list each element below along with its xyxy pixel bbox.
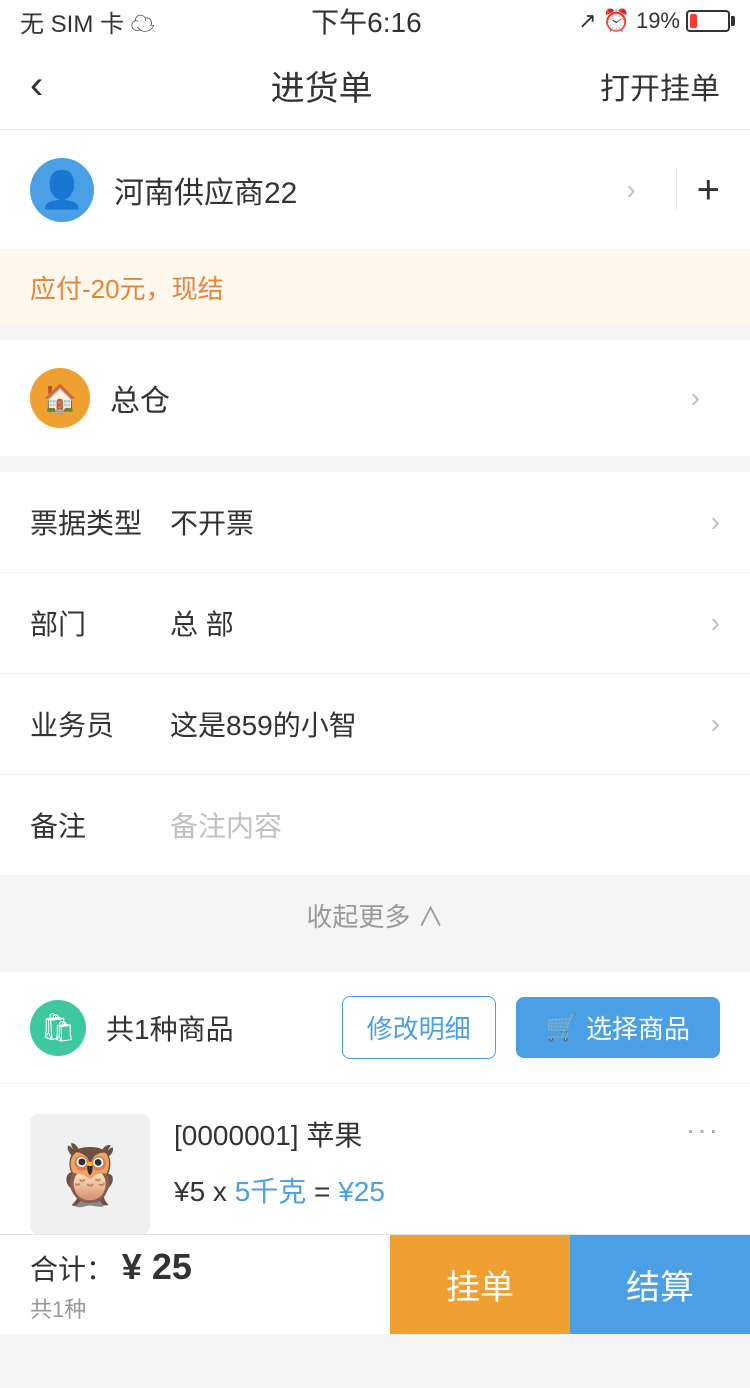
main-content: 👤 河南供应商22 › + 应付-20元，现结 🏠 总仓 › 票据类型 不开票 … — [0, 130, 750, 1388]
supplier-name: 河南供应商22 — [114, 168, 626, 212]
location-icon: ↗ — [578, 8, 596, 34]
form-section: 票据类型 不开票 › 部门 总 部 › 业务员 这是859的小智 › 备注 备注… — [0, 472, 750, 875]
total-price: ¥25 — [338, 1176, 385, 1207]
warehouse-row[interactable]: 🏠 总仓 › — [0, 340, 750, 456]
staff-label: 业务员 — [30, 704, 150, 744]
back-button[interactable]: ‹ — [30, 63, 43, 108]
supplier-alert: 应付-20元，现结 — [0, 251, 750, 324]
total-section: 合计： ¥ 25 共1种 — [0, 1235, 390, 1334]
dept-row[interactable]: 部门 总 部 › — [0, 573, 750, 674]
status-bar: 无 SIM 卡 ☁ 下午6:16 ↗ ⏰ 19% — [0, 0, 750, 42]
battery-percent: 19% — [636, 8, 680, 34]
product-more-button[interactable]: ··· — [686, 1114, 720, 1146]
select-product-icon: 🛒 — [546, 1012, 578, 1043]
staff-row[interactable]: 业务员 这是859的小智 › — [0, 674, 750, 775]
bottom-bar: 合计： ¥ 25 共1种 挂单 结算 — [0, 1234, 750, 1334]
select-product-label: 选择商品 — [586, 1009, 690, 1046]
product-title: 苹果 — [306, 1120, 362, 1151]
select-product-button[interactable]: 🛒 选择商品 — [516, 997, 720, 1058]
product-info: [0000001] 苹果 ¥5 x 5千克 = ¥25 — [174, 1114, 662, 1210]
house-icon: 🏠 — [43, 382, 78, 415]
supplier-row[interactable]: 👤 河南供应商22 › + — [0, 130, 750, 251]
product-price: ¥5 x 5千克 = ¥25 — [174, 1170, 662, 1210]
status-left: 无 SIM 卡 ☁ — [20, 4, 155, 39]
collapse-label: 收起更多 ∧ — [306, 897, 443, 934]
total-row: 合计： ¥ 25 — [30, 1246, 360, 1288]
checkout-button[interactable]: 结算 — [570, 1235, 750, 1334]
products-header: 🛍 共1种商品 修改明细 🛒 选择商品 — [0, 972, 750, 1084]
hang-button[interactable]: 挂单 — [390, 1235, 570, 1334]
invoice-chevron-icon: › — [711, 506, 720, 538]
warehouse-icon: 🏠 — [30, 368, 90, 428]
warehouse-chevron-icon: › — [691, 382, 700, 414]
total-count: 共1种 — [30, 1292, 360, 1324]
staff-value: 这是859的小智 — [170, 704, 711, 744]
product-code: [0000001] — [174, 1120, 306, 1151]
products-section: 🛍 共1种商品 修改明细 🛒 选择商品 🦉 [0000001] 苹果 ¥5 x … — [0, 972, 750, 1262]
battery-icon — [686, 10, 730, 32]
supplier-section: 👤 河南供应商22 › + 应付-20元，现结 — [0, 130, 750, 324]
invoice-label: 票据类型 — [30, 502, 150, 542]
cart-icon: 🛍 — [40, 1011, 76, 1044]
invoice-value: 不开票 — [170, 502, 711, 542]
warehouse-section[interactable]: 🏠 总仓 › — [0, 340, 750, 456]
sim-label: 无 SIM 卡 ☁ — [20, 4, 155, 39]
product-thumbnail: 🦉 — [30, 1114, 150, 1234]
warehouse-label: 总仓 — [110, 376, 691, 420]
collapse-row[interactable]: 收起更多 ∧ — [0, 875, 750, 956]
supplier-chevron-icon: › — [626, 174, 635, 206]
page-title: 进货单 — [271, 61, 373, 110]
status-time: 下午6:16 — [311, 1, 422, 41]
remark-placeholder: 备注内容 — [170, 805, 720, 845]
vertical-divider — [676, 170, 677, 210]
remark-row[interactable]: 备注 备注内容 — [0, 775, 750, 875]
equals: = — [306, 1176, 338, 1207]
alarm-icon: ⏰ — [603, 8, 630, 34]
product-thumb-icon: 🦉 — [53, 1139, 128, 1210]
total-amount: ¥ 25 — [122, 1246, 192, 1287]
product-name: [0000001] 苹果 — [174, 1114, 662, 1154]
total-label: 合计： — [30, 1254, 114, 1285]
products-count: 共1种商品 — [106, 1008, 322, 1048]
dept-label: 部门 — [30, 603, 150, 643]
unit-price: ¥5 x — [174, 1176, 235, 1207]
products-icon: 🛍 — [30, 1000, 86, 1056]
more-dots-icon: ··· — [686, 1114, 720, 1145]
remark-label: 备注 — [30, 805, 150, 845]
add-button[interactable]: + — [697, 168, 720, 213]
open-pending-button[interactable]: 打开挂单 — [600, 64, 720, 108]
dept-value: 总 部 — [170, 603, 711, 643]
invoice-row[interactable]: 票据类型 不开票 › — [0, 472, 750, 573]
avatar-icon: 👤 — [40, 169, 85, 211]
supplier-avatar: 👤 — [30, 158, 94, 222]
staff-chevron-icon: › — [711, 708, 720, 740]
quantity: 5千克 — [235, 1176, 307, 1207]
status-right: ↗ ⏰ 19% — [578, 8, 730, 34]
dept-chevron-icon: › — [711, 607, 720, 639]
edit-detail-button[interactable]: 修改明细 — [342, 996, 496, 1059]
nav-bar: ‹ 进货单 打开挂单 — [0, 42, 750, 130]
